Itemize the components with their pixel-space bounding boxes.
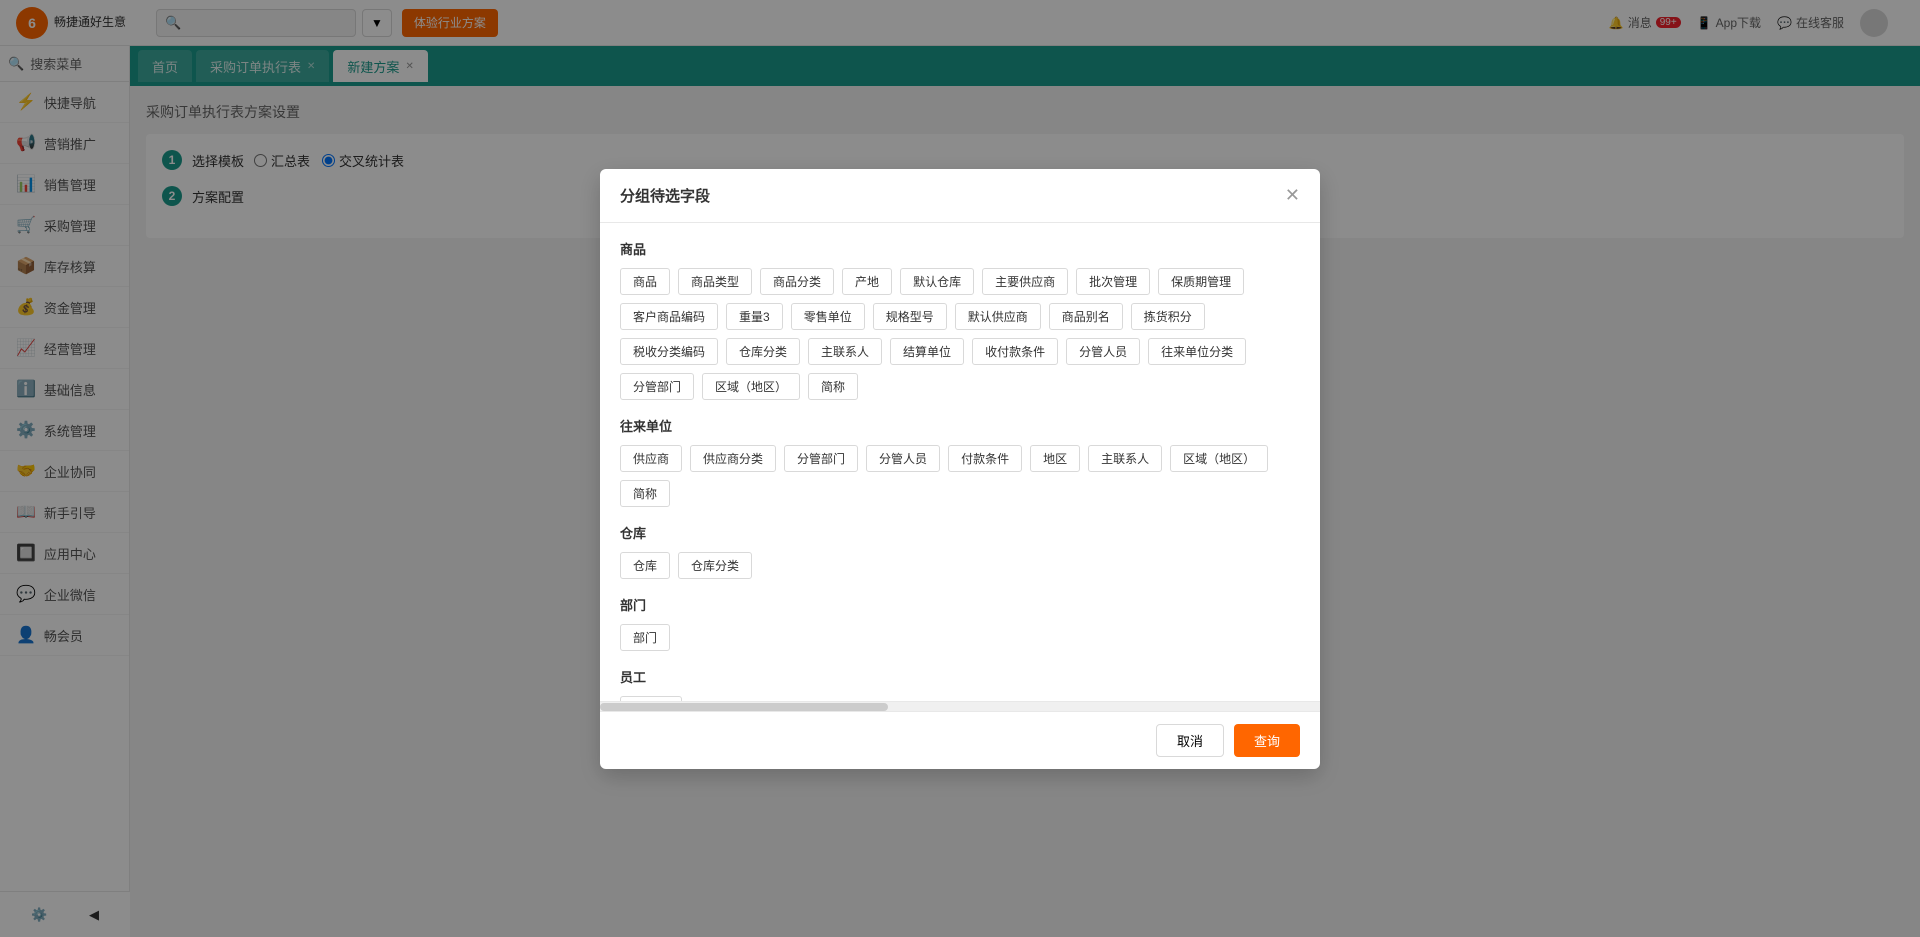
section-title: 往来单位 [620, 416, 1300, 435]
field-tag[interactable]: 付款条件 [948, 445, 1022, 472]
field-tag[interactable]: 主联系人 [808, 338, 882, 365]
field-tag[interactable]: 默认仓库 [900, 268, 974, 295]
field-section-仓库: 仓库仓库仓库分类 [620, 523, 1300, 579]
field-tag[interactable]: 仓库 [620, 552, 670, 579]
confirm-button[interactable]: 查询 [1234, 724, 1300, 757]
field-tag[interactable]: 商品分类 [760, 268, 834, 295]
field-tag[interactable]: 零售单位 [791, 303, 865, 330]
field-section-员工: 员工业务员 [620, 667, 1300, 701]
field-tag[interactable]: 分管人员 [866, 445, 940, 472]
field-tag[interactable]: 供应商 [620, 445, 682, 472]
field-tag[interactable]: 批次管理 [1076, 268, 1150, 295]
field-tags-部门: 部门 [620, 624, 1300, 651]
field-tag[interactable]: 仓库分类 [726, 338, 800, 365]
field-tag[interactable]: 客户商品编码 [620, 303, 718, 330]
modal-close-button[interactable]: ✕ [1285, 186, 1300, 204]
field-tag[interactable]: 结算单位 [890, 338, 964, 365]
field-tag[interactable]: 收付款条件 [972, 338, 1058, 365]
modal-horizontal-scrollbar[interactable] [600, 701, 1320, 711]
field-tag[interactable]: 重量3 [726, 303, 783, 330]
field-tag[interactable]: 区域（地区） [702, 373, 800, 400]
field-tag[interactable]: 仓库分类 [678, 552, 752, 579]
field-tag[interactable]: 分管部门 [784, 445, 858, 472]
section-title: 商品 [620, 239, 1300, 258]
cancel-button[interactable]: 取消 [1156, 724, 1224, 757]
field-tag[interactable]: 商品类型 [678, 268, 752, 295]
section-title: 员工 [620, 667, 1300, 686]
field-tag[interactable]: 简称 [620, 480, 670, 507]
field-tag[interactable]: 主联系人 [1088, 445, 1162, 472]
field-tag[interactable]: 主要供应商 [982, 268, 1068, 295]
field-tag[interactable]: 简称 [808, 373, 858, 400]
field-section-往来单位: 往来单位供应商供应商分类分管部门分管人员付款条件地区主联系人区域（地区） 简称 [620, 416, 1300, 507]
field-tags-往来单位: 供应商供应商分类分管部门分管人员付款条件地区主联系人区域（地区） 简称 [620, 445, 1300, 507]
field-tag[interactable]: 默认供应商 [955, 303, 1041, 330]
field-tag[interactable]: 供应商分类 [690, 445, 776, 472]
field-select-modal: 分组待选字段 ✕ 商品商品商品类型商品分类产地默认仓库主要供应商批次管理保质期管… [600, 169, 1320, 769]
scrollbar-thumb [600, 703, 888, 711]
field-tag[interactable]: 保质期管理 [1158, 268, 1244, 295]
modal-footer: 取消 查询 [600, 711, 1320, 769]
field-tag[interactable]: 产地 [842, 268, 892, 295]
field-tag[interactable]: 往来单位分类 [1148, 338, 1246, 365]
field-tag[interactable]: 地区 [1030, 445, 1080, 472]
modal-overlay[interactable]: 分组待选字段 ✕ 商品商品商品类型商品分类产地默认仓库主要供应商批次管理保质期管… [0, 0, 1920, 937]
field-tags-仓库: 仓库仓库分类 [620, 552, 1300, 579]
section-title: 仓库 [620, 523, 1300, 542]
field-tag[interactable]: 分管部门 [620, 373, 694, 400]
field-tag[interactable]: 税收分类编码 [620, 338, 718, 365]
field-tag[interactable]: 商品 [620, 268, 670, 295]
field-tag[interactable]: 部门 [620, 624, 670, 651]
modal-body: 商品商品商品类型商品分类产地默认仓库主要供应商批次管理保质期管理客户商品编码重量… [600, 223, 1320, 701]
field-tag[interactable]: 商品别名 [1049, 303, 1123, 330]
field-tag[interactable]: 拣货积分 [1131, 303, 1205, 330]
section-title: 部门 [620, 595, 1300, 614]
field-tag[interactable]: 分管人员 [1066, 338, 1140, 365]
modal-title: 分组待选字段 [620, 185, 710, 206]
modal-header: 分组待选字段 ✕ [600, 169, 1320, 223]
field-tag[interactable]: 规格型号 [873, 303, 947, 330]
field-tags-商品: 商品商品类型商品分类产地默认仓库主要供应商批次管理保质期管理客户商品编码重量3 零… [620, 268, 1300, 400]
field-section-部门: 部门部门 [620, 595, 1300, 651]
field-tag[interactable]: 区域（地区） [1170, 445, 1268, 472]
field-section-商品: 商品商品商品类型商品分类产地默认仓库主要供应商批次管理保质期管理客户商品编码重量… [620, 239, 1300, 400]
